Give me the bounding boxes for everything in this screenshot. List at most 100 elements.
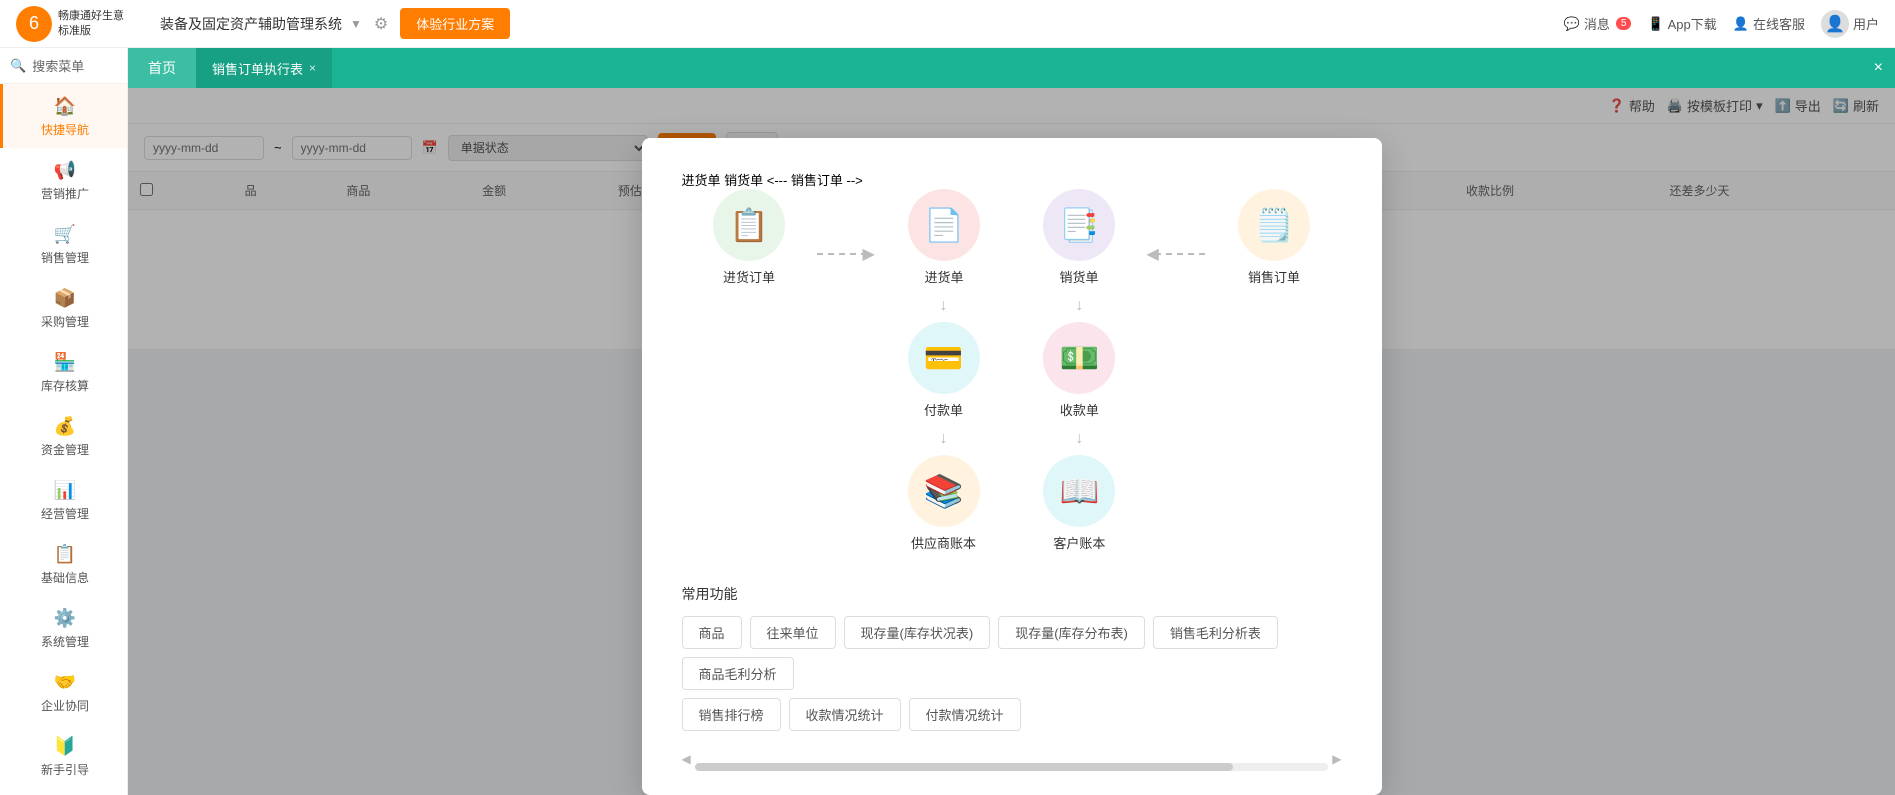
sidebar-item-label: 快捷导航 xyxy=(41,121,89,138)
tab-home-label: 首页 xyxy=(148,58,176,78)
flow-mid-arrows: ↓ ↓ xyxy=(682,294,1342,318)
dialog-scrollbar[interactable] xyxy=(695,763,1329,771)
logo-icon: 6 xyxy=(16,6,52,42)
message-label: 消息 xyxy=(1584,14,1610,33)
user-avatar: 👤 xyxy=(1821,10,1849,38)
settings-gear-icon[interactable]: ⚙ xyxy=(374,14,388,34)
message-button[interactable]: 💬 消息 5 xyxy=(1564,14,1632,33)
node-purchase-order[interactable]: 📋 进货订单 xyxy=(682,189,817,286)
sales-order-icon: 🗒️ xyxy=(1238,189,1310,261)
sidebar-search[interactable]: 🔍 搜索菜单 xyxy=(0,48,127,84)
tab-close-icon[interactable]: × xyxy=(309,61,316,75)
sidebar-item-label: 资金管理 xyxy=(41,441,89,458)
sidebar-item-basic-info[interactable]: 📋 基础信息 xyxy=(0,532,127,596)
sidebar-item-label: 营销推广 xyxy=(41,185,89,202)
tab-bar: 首页 销售订单执行表 × × xyxy=(128,48,1895,88)
scrollbar-thumb xyxy=(695,763,1234,771)
close-all-tabs-button[interactable]: × xyxy=(1862,59,1895,77)
top-bar: 6 畅康通好生意 标准版 装备及固定资产辅助管理系统 ▼ ⚙ 体验行业方案 💬 … xyxy=(0,0,1895,48)
arrow-sales-bill-down: ↓ xyxy=(1011,294,1147,318)
payment-label: 付款单 xyxy=(924,400,963,419)
cf-btn-sales-profit[interactable]: 销售毛利分析表 xyxy=(1153,616,1278,649)
arrow-sales-order-to-bill: ◀ xyxy=(1147,244,1207,286)
dropdown-arrow-icon[interactable]: ▼ xyxy=(350,17,362,31)
node-supplier-ledger[interactable]: 📚 供应商账本 xyxy=(876,455,1012,552)
system-name: 装备及固定资产辅助管理系统 xyxy=(160,14,342,34)
node-purchase-bill[interactable]: 📄 进货单 xyxy=(877,189,1012,286)
sidebar-item-label: 新手引导 xyxy=(41,761,89,778)
flow-diagram: 进货单 销货单 <--- 销售订单 --> 📋 进货订单 xyxy=(682,170,1342,560)
app-download-button[interactable]: 📱 App下载 xyxy=(1647,14,1716,33)
supplier-ledger-icon: 📚 xyxy=(908,455,980,527)
sales-order-label: 销售订单 xyxy=(1248,267,1300,286)
app-download-label: App下载 xyxy=(1668,14,1717,33)
cf-btn-product-profit[interactable]: 商品毛利分析 xyxy=(682,657,794,690)
scroll-left-arrow[interactable]: ◀ xyxy=(682,752,691,766)
online-service-button[interactable]: 👤 在线客服 xyxy=(1733,14,1805,33)
purchase-order-icon: 📋 xyxy=(713,189,785,261)
sidebar-item-label: 采购管理 xyxy=(41,313,89,330)
message-icon: 💬 xyxy=(1564,16,1580,32)
purchase-icon: 📦 xyxy=(54,288,76,309)
sidebar-item-inventory[interactable]: 🏪 库存核算 xyxy=(0,340,127,404)
tab-sales-label: 销售订单执行表 xyxy=(212,59,303,78)
sidebar-item-label: 库存核算 xyxy=(41,377,89,394)
top-right-actions: 💬 消息 5 📱 App下载 👤 在线客服 👤 用户 xyxy=(1564,10,1879,38)
service-icon: 👤 xyxy=(1733,16,1749,32)
sidebar-item-label: 销售管理 xyxy=(41,249,89,266)
flow-top-row: 📋 进货订单 ▶ xyxy=(682,189,1342,286)
sidebar-item-label: 企业协同 xyxy=(41,697,89,714)
cf-btn-contacts[interactable]: 往来单位 xyxy=(750,616,836,649)
sidebar: 🔍 搜索菜单 🏠 快捷导航 📢 营销推广 🛒 销售管理 📦 采购管理 🏪 xyxy=(0,48,128,795)
node-payment[interactable]: 💳 付款单 xyxy=(876,322,1012,419)
sidebar-item-label: 系统管理 xyxy=(41,633,89,650)
logo-line2: 标准版 xyxy=(58,24,124,38)
app-icon: 📱 xyxy=(1647,16,1663,32)
purchase-bill-label: 进货单 xyxy=(924,267,963,286)
sidebar-item-purchase[interactable]: 📦 采购管理 xyxy=(0,276,127,340)
customer-ledger-label: 客户账本 xyxy=(1053,533,1105,552)
online-service-label: 在线客服 xyxy=(1753,14,1805,33)
purchase-order-label: 进货订单 xyxy=(723,267,775,286)
sales-bill-label: 销货单 xyxy=(1059,267,1098,286)
experience-button[interactable]: 体验行业方案 xyxy=(400,8,510,39)
scroll-right-arrow[interactable]: ▶ xyxy=(1332,752,1341,766)
cf-btn-payment-stats[interactable]: 付款情况统计 xyxy=(909,698,1021,731)
dialog-scroll-area: ◀ ▶ xyxy=(682,747,1342,771)
sidebar-item-enterprise[interactable]: 🤝 企业协同 xyxy=(0,660,127,724)
node-customer-ledger[interactable]: 📖 客户账本 xyxy=(1011,455,1147,552)
sidebar-item-newbie[interactable]: 🔰 新手引导 xyxy=(0,724,127,788)
logo-line1: 畅康通好生意 xyxy=(58,9,124,23)
node-sales-order[interactable]: 🗒️ 销售订单 xyxy=(1207,189,1342,286)
sales-icon: 🛒 xyxy=(54,224,76,245)
flow-row2: 💳 付款单 💵 收款单 xyxy=(682,322,1342,419)
sys-mgmt-icon: ⚙️ xyxy=(54,608,76,629)
newbie-icon: 🔰 xyxy=(54,736,76,757)
purchase-bill-icon: 📄 xyxy=(908,189,980,261)
sidebar-item-sys-mgmt[interactable]: ⚙️ 系统管理 xyxy=(0,596,127,660)
customer-ledger-icon: 📖 xyxy=(1043,455,1115,527)
cf-btn-product[interactable]: 商品 xyxy=(682,616,742,649)
cf-btn-stock-status[interactable]: 现存量(库存状况表) xyxy=(844,616,991,649)
node-sales-bill[interactable]: 📑 销货单 xyxy=(1012,189,1147,286)
flow-row3: 📚 供应商账本 📖 客户账本 xyxy=(682,455,1342,552)
cf-btn-stock-dist[interactable]: 现存量(库存分布表) xyxy=(998,616,1145,649)
logo-area: 6 畅康通好生意 标准版 xyxy=(16,6,144,42)
arrow-purchase-to-bill: ▶ xyxy=(817,244,877,286)
node-receipt[interactable]: 💵 收款单 xyxy=(1011,322,1147,419)
cf-btn-receipt-stats[interactable]: 收款情况统计 xyxy=(789,698,901,731)
search-icon: 🔍 xyxy=(10,58,26,74)
sidebar-item-sales[interactable]: 🛒 销售管理 xyxy=(0,212,127,276)
tab-home[interactable]: 首页 xyxy=(128,48,196,88)
finance-icon: 💰 xyxy=(54,416,76,437)
user-menu[interactable]: 👤 用户 xyxy=(1821,10,1879,38)
common-functions-title: 常用功能 xyxy=(682,584,1342,604)
tab-sales-execution[interactable]: 销售订单执行表 × xyxy=(196,48,332,88)
cf-btn-sales-rank[interactable]: 销售排行榜 xyxy=(682,698,781,731)
sidebar-item-quick-nav[interactable]: 🏠 快捷导航 xyxy=(0,84,127,148)
arrow-payment-down: ↓ xyxy=(876,427,1012,451)
sidebar-item-marketing[interactable]: 📢 营销推广 xyxy=(0,148,127,212)
sidebar-item-finance[interactable]: 💰 资金管理 xyxy=(0,404,127,468)
receipt-label: 收款单 xyxy=(1060,400,1099,419)
sidebar-item-operations[interactable]: 📊 经营管理 xyxy=(0,468,127,532)
